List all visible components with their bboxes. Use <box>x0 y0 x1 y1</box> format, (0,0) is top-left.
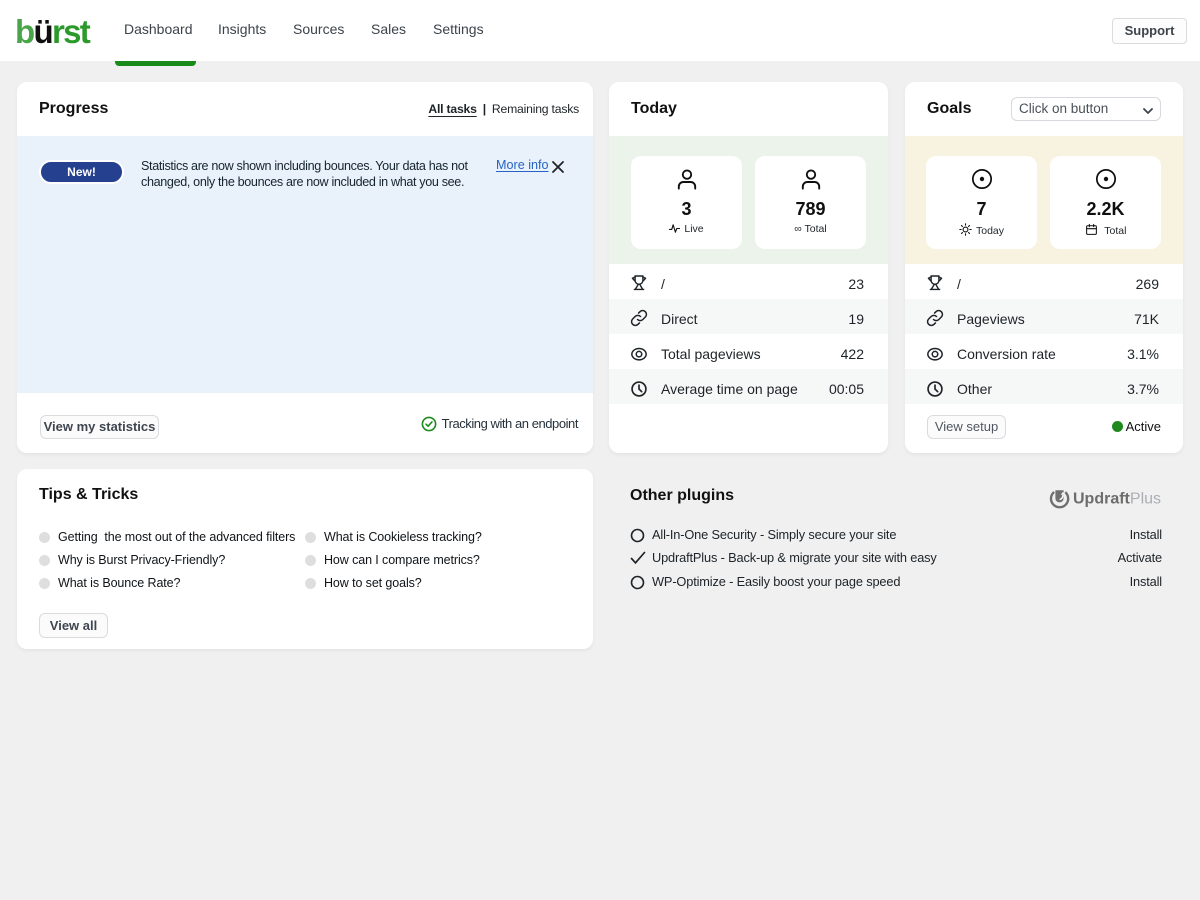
svg-text:UpdraftPlus: UpdraftPlus <box>1073 491 1161 508</box>
